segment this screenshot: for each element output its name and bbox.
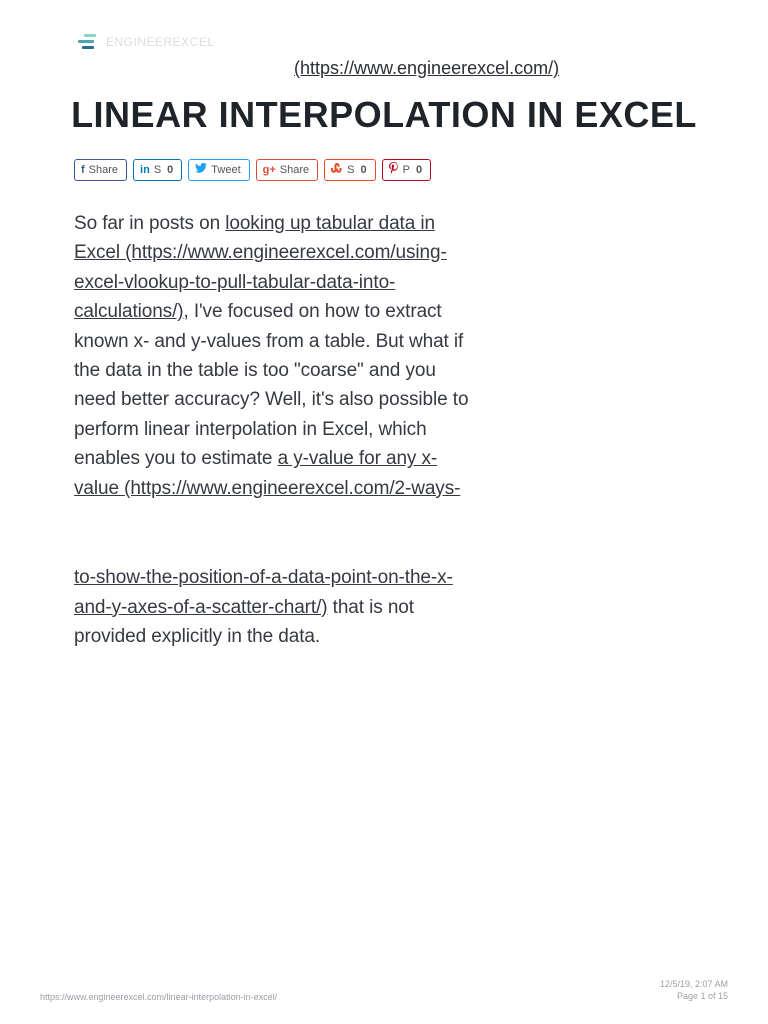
twitter-share-button[interactable]: Tweet xyxy=(188,159,249,181)
text-mid: , I've focused on how to extract known x… xyxy=(74,301,468,469)
footer-url: https://www.engineerexcel.com/linear-int… xyxy=(40,992,277,1002)
pinterest-icon xyxy=(389,162,399,177)
stumbleupon-share-button[interactable]: S 0 xyxy=(324,159,375,181)
facebook-icon: f xyxy=(81,164,85,176)
linkedin-share-button[interactable]: in S 0 xyxy=(133,159,182,181)
googleplus-share-button[interactable]: g+ Share xyxy=(256,159,319,181)
share-count: 0 xyxy=(361,164,367,176)
share-count: 0 xyxy=(416,164,422,176)
logo-text: ENGINEEREXCEL xyxy=(106,35,215,49)
footer-timestamp: 12/5/19, 2:07 AM xyxy=(660,978,728,990)
share-label: Tweet xyxy=(211,164,240,176)
share-label: P xyxy=(403,164,410,176)
logo: ENGINEEREXCEL xyxy=(78,34,694,50)
googleplus-icon: g+ xyxy=(263,164,276,176)
share-label: S xyxy=(347,164,354,176)
share-button-row: f Share in S 0 Tweet g+ Share S 0 xyxy=(74,159,694,181)
document-page: ENGINEEREXCEL (https://www.engineerexcel… xyxy=(0,0,768,1024)
logo-icon xyxy=(78,34,100,50)
body-paragraph-2: to-show-the-position-of-a-data-point-on-… xyxy=(74,563,474,651)
header: ENGINEEREXCEL (https://www.engineerexcel… xyxy=(74,34,694,137)
stumbleupon-icon xyxy=(331,163,343,176)
twitter-icon xyxy=(195,163,207,176)
share-count: 0 xyxy=(167,164,173,176)
share-label: S xyxy=(154,164,161,176)
page-title: LINEAR INTERPOLATION IN EXCEL xyxy=(34,94,734,136)
pinterest-share-button[interactable]: P 0 xyxy=(382,159,431,181)
share-label: Share xyxy=(280,164,309,176)
facebook-share-button[interactable]: f Share xyxy=(74,159,127,181)
linkedin-icon: in xyxy=(140,164,150,176)
share-label: Share xyxy=(89,164,118,176)
home-link[interactable]: (https://www.engineerexcel.com/) xyxy=(294,56,474,80)
body-paragraph-1: So far in posts on looking up tabular da… xyxy=(74,209,474,503)
footer-page-number: Page 1 of 15 xyxy=(660,990,728,1002)
text-lead: So far in posts on xyxy=(74,213,225,234)
print-footer: https://www.engineerexcel.com/linear-int… xyxy=(40,978,728,1002)
